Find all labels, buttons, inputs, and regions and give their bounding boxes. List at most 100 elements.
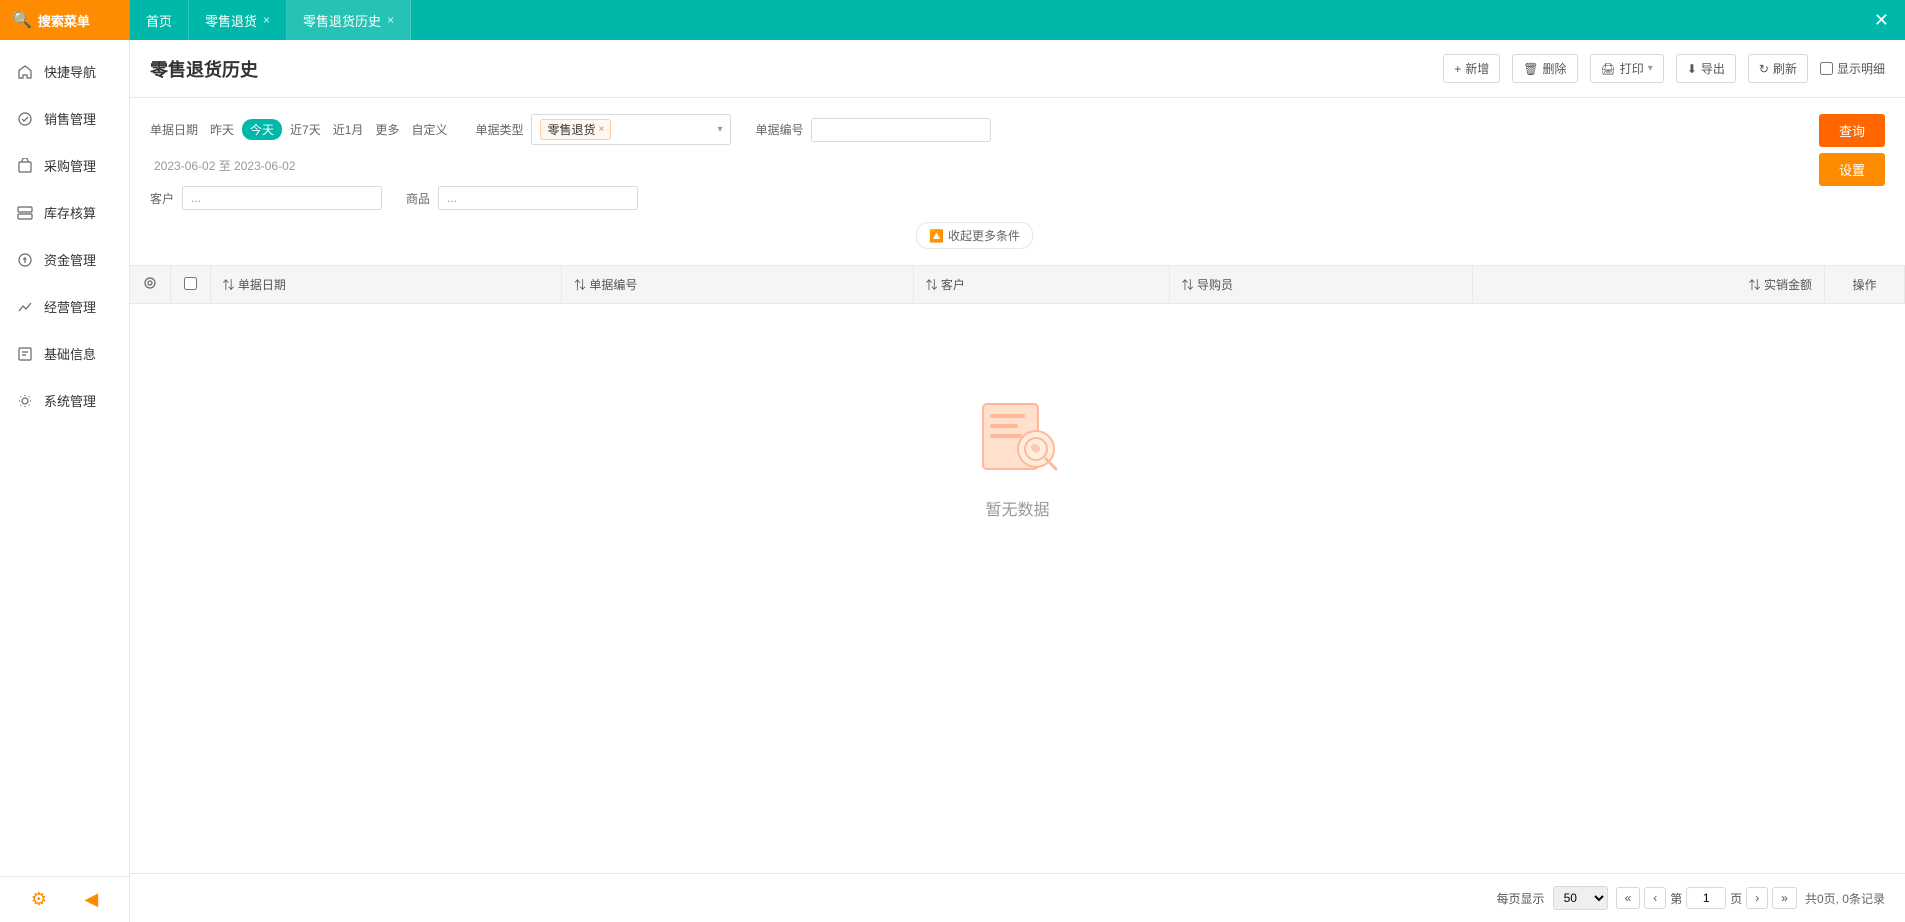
collapse-label: 收起更多条件	[948, 227, 1020, 244]
next-page-button[interactable]: ›	[1746, 887, 1768, 909]
sidebar-label-sales: 销售管理	[44, 109, 96, 128]
print-button[interactable]: 🖨 打印 ▾	[1590, 54, 1664, 83]
sidebar-item-inventory[interactable]: 库存核算	[0, 189, 129, 236]
date-7days[interactable]: 近7天	[286, 119, 325, 140]
date-label: 单据日期	[150, 121, 198, 138]
export-button[interactable]: ⬇ 导出	[1676, 54, 1736, 83]
show-detail-label[interactable]: 显示明细	[1820, 60, 1885, 77]
goods-dots: ...	[447, 191, 457, 205]
tab-return-history[interactable]: 零售退货历史 ×	[287, 0, 411, 40]
sidebar-item-system-mgmt[interactable]: 系统管理	[0, 377, 129, 424]
date-shortcuts: 昨天 今天 近7天 近1月 更多 自定义	[206, 119, 451, 140]
sidebar-label-finance: 资金管理	[44, 250, 96, 269]
type-tag-value: 零售退货	[547, 121, 595, 138]
settings-bottom-icon[interactable]: ⚙	[31, 889, 47, 910]
sidebar-items: 快捷导航 销售管理 采购管理 库存核算	[0, 40, 129, 876]
sidebar-item-sales-mgmt[interactable]: 销售管理	[0, 95, 129, 142]
select-all-checkbox[interactable]	[184, 277, 197, 290]
tab-home[interactable]: 首页	[130, 0, 189, 40]
date-today[interactable]: 今天	[242, 119, 282, 140]
new-label: 新增	[1465, 60, 1489, 77]
tab-home-label: 首页	[146, 11, 172, 30]
sidebar-item-quick-nav[interactable]: 快捷导航	[0, 48, 129, 95]
delete-button[interactable]: 🗑 删除	[1512, 54, 1577, 83]
collapse-up-icon: 🔼	[929, 229, 944, 243]
tabs-container: 首页 零售退货 × 零售退货历史 ×	[130, 0, 1874, 40]
print-icon: 🖨	[1601, 62, 1616, 76]
type-select[interactable]: 零售退货 × ▾	[531, 114, 731, 145]
header-actions: + 新增 🗑 删除 🖨 打印 ▾ ⬇ 导出 ↻ 刷新	[1443, 54, 1885, 83]
last-page-button[interactable]: »	[1772, 887, 1797, 909]
show-detail-text: 显示明细	[1837, 60, 1885, 77]
col-customer-label: ⇅ 客户	[926, 278, 965, 292]
number-input[interactable]	[811, 118, 991, 142]
refresh-label: 刷新	[1773, 60, 1797, 77]
current-page-input[interactable]	[1686, 887, 1726, 909]
type-tag-close[interactable]: ×	[598, 124, 604, 135]
col-ops-label: 操作	[1852, 278, 1876, 292]
sidebar-item-basic-info[interactable]: 基础信息	[0, 330, 129, 377]
sidebar-label-operations: 经营管理	[44, 297, 96, 316]
refresh-button[interactable]: ↻ 刷新	[1748, 54, 1808, 83]
col-amount[interactable]: ⇅ 实销金额	[1473, 266, 1825, 304]
customer-filter: 客户 ...	[150, 186, 382, 210]
number-label: 单据编号	[755, 121, 803, 138]
table-area: ⇅ 单据日期 ⇅ 单据编号 ⇅ 客户 ⇅ 导购员 ⇅ 实销金额	[130, 266, 1905, 873]
type-tag: 零售退货 ×	[540, 119, 611, 140]
tab-return-history-close[interactable]: ×	[387, 13, 394, 27]
date-more[interactable]: 更多	[371, 119, 403, 140]
new-button[interactable]: + 新增	[1443, 54, 1500, 83]
goods-filter: 商品 ...	[406, 186, 638, 210]
date-1month[interactable]: 近1月	[329, 119, 368, 140]
print-label: 打印	[1620, 60, 1644, 77]
sidebar-item-operations[interactable]: 经营管理	[0, 283, 129, 330]
date-custom[interactable]: 自定义	[407, 119, 451, 140]
content-area: 零售退货历史 + 新增 🗑 删除 🖨 打印 ▾ ⬇ 导出	[130, 40, 1905, 922]
sidebar-label-system: 系统管理	[44, 391, 96, 410]
page-nav: « ‹ 第 页 › »	[1616, 887, 1797, 909]
col-date[interactable]: ⇅ 单据日期	[210, 266, 562, 304]
date-yesterday[interactable]: 昨天	[206, 119, 238, 140]
operations-icon	[16, 298, 34, 316]
goods-select[interactable]: ...	[438, 186, 638, 210]
search-area[interactable]: 🔍 搜索菜单	[0, 0, 130, 40]
purchase-icon	[16, 157, 34, 175]
collapse-sidebar-icon[interactable]: ◀	[84, 889, 98, 910]
col-guide[interactable]: ⇅ 导购员	[1169, 266, 1473, 304]
table-header-row: ⇅ 单据日期 ⇅ 单据编号 ⇅ 客户 ⇅ 导购员 ⇅ 实销金额	[130, 266, 1905, 304]
empty-state: 暂无数据	[130, 304, 1905, 600]
page-title: 零售退货历史	[150, 56, 258, 82]
type-filter: 单据类型 零售退货 × ▾	[475, 114, 731, 145]
col-guide-label: ⇅ 导购员	[1182, 278, 1233, 292]
sidebar-item-purchase-mgmt[interactable]: 采购管理	[0, 142, 129, 189]
sidebar: 快捷导航 销售管理 采购管理 库存核算	[0, 40, 130, 922]
show-detail-checkbox[interactable]	[1820, 62, 1833, 75]
col-settings[interactable]	[130, 266, 170, 304]
col-number[interactable]: ⇅ 单据编号	[562, 266, 914, 304]
col-customer[interactable]: ⇅ 客户	[913, 266, 1169, 304]
tab-return-label: 零售退货	[205, 11, 257, 30]
per-page-select[interactable]: 50 10 20 100	[1553, 886, 1608, 910]
customer-select[interactable]: ...	[182, 186, 382, 210]
query-button[interactable]: 查询	[1819, 114, 1885, 147]
prev-page-button[interactable]: ‹	[1644, 887, 1666, 909]
window-close-icon[interactable]: ✕	[1874, 10, 1889, 30]
search-icon: 🔍	[12, 10, 32, 30]
sidebar-item-finance[interactable]: 资金管理	[0, 236, 129, 283]
filter-area: 单据日期 昨天 今天 近7天 近1月 更多 自定义	[130, 98, 1905, 266]
page-header: 零售退货历史 + 新增 🗑 删除 🖨 打印 ▾ ⬇ 导出	[130, 40, 1905, 98]
tab-return[interactable]: 零售退货 ×	[189, 0, 287, 40]
first-page-button[interactable]: «	[1616, 887, 1641, 909]
collapse-button[interactable]: 🔼 收起更多条件	[916, 222, 1033, 249]
col-number-label: ⇅ 单据编号	[574, 278, 637, 292]
settings-button[interactable]: 设置	[1819, 153, 1885, 186]
empty-icon	[968, 384, 1068, 484]
col-checkbox[interactable]	[170, 266, 210, 304]
tab-return-close[interactable]: ×	[263, 13, 270, 27]
filter-row-1: 单据日期 昨天 今天 近7天 近1月 更多 自定义	[150, 114, 1799, 145]
filter-row-2: 客户 ... 商品 ...	[150, 186, 1799, 210]
empty-text: 暂无数据	[985, 496, 1049, 520]
delete-label: 删除	[1543, 60, 1567, 77]
type-chevron-icon: ▾	[717, 124, 722, 135]
basic-info-icon	[16, 345, 34, 363]
